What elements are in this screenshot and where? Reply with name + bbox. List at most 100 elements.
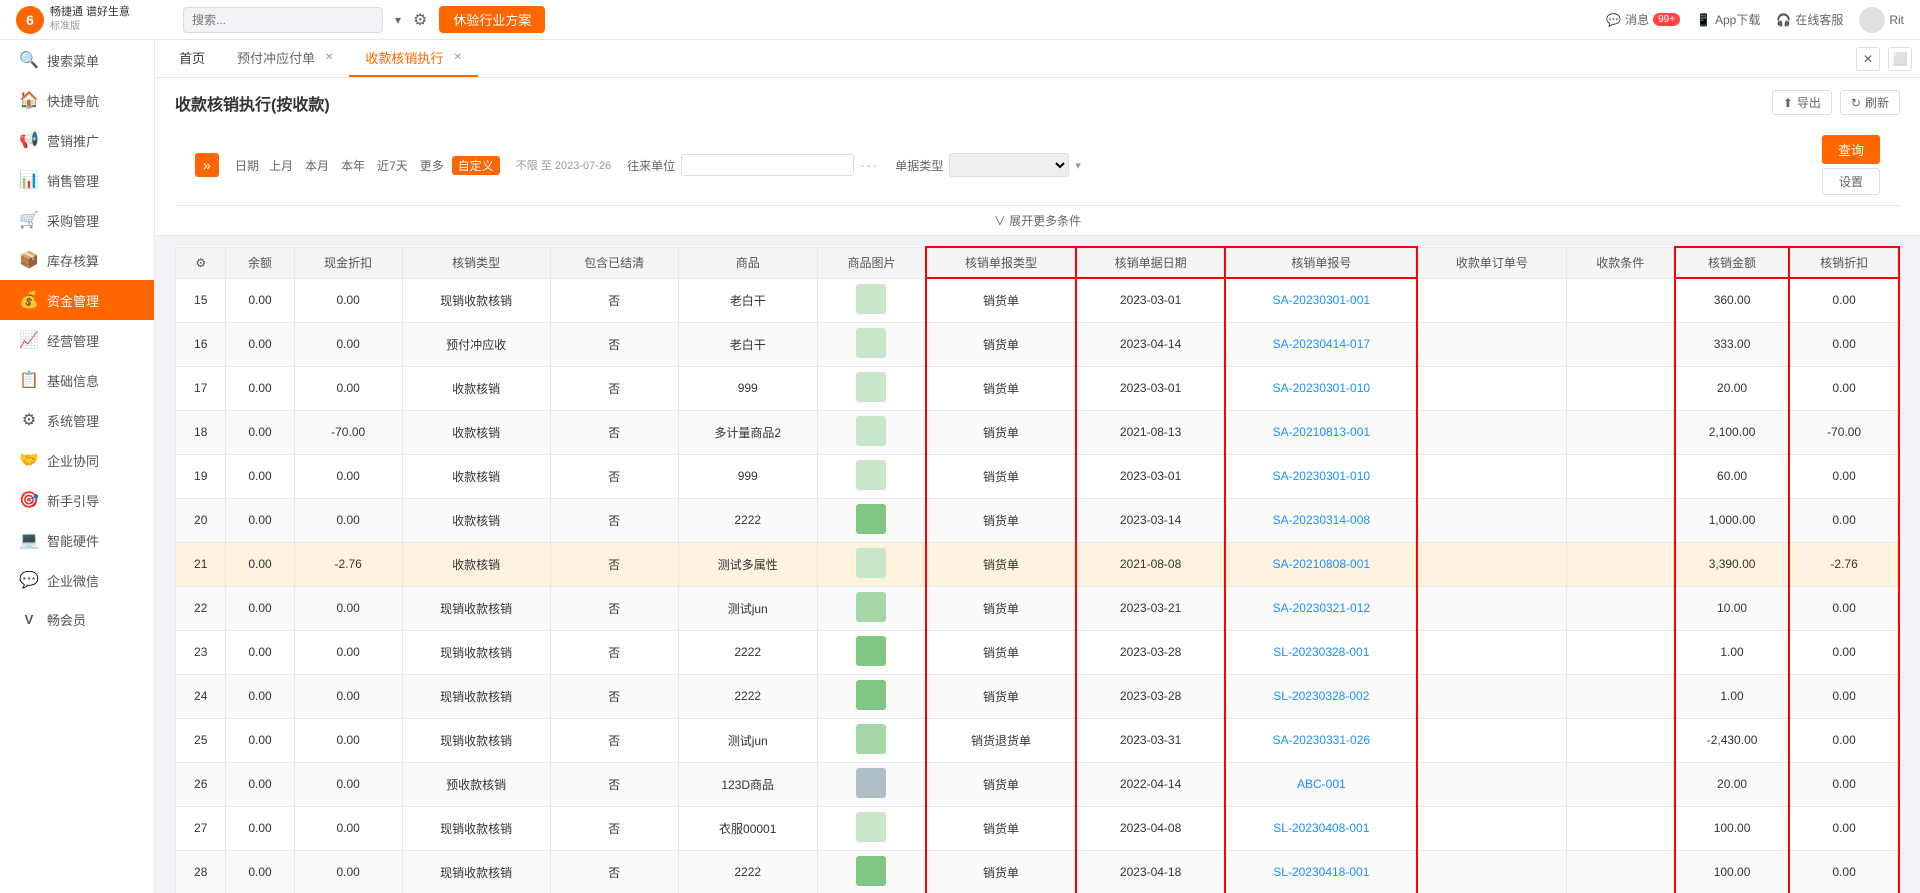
sidebar-item-finance[interactable]: 💰 资金管理 [0, 280, 154, 320]
cell-hxje: 1,000.00 [1675, 498, 1789, 542]
export-button[interactable]: ⬆ 导出 [1772, 90, 1832, 115]
msg-badge: 99+ [1653, 13, 1680, 26]
cell-sktj [1566, 850, 1675, 893]
expand-more-conditions[interactable]: ∨ 展开更多条件 [175, 206, 1900, 235]
cell-hxlx: 收款核销 [402, 410, 550, 454]
msg-label: 消息 [1625, 11, 1649, 28]
online-service-button[interactable]: 🎧 在线客服 [1776, 11, 1843, 28]
cell-yue: 0.00 [226, 278, 294, 322]
table-header-row: ⚙ 余额 现金折扣 核销类型 包含已结清 商品 商品图片 核销单报类型 核销单据… [176, 247, 1900, 278]
cell-hxdbtype: 销货单 [926, 762, 1076, 806]
sidebar-item-corp[interactable]: 🤝 企业协同 [0, 440, 154, 480]
cell-hxdbh[interactable]: SA-20230314-008 [1225, 498, 1417, 542]
cell-hxdbrq: 2023-03-28 [1076, 674, 1226, 718]
filter-expand-button[interactable]: » [195, 153, 219, 177]
cell-hxdbtype: 销货单 [926, 278, 1076, 322]
cell-yue: 0.00 [226, 718, 294, 762]
cell-hxdbh[interactable]: SL-20230328-001 [1225, 630, 1417, 674]
tab-maximize-btn[interactable]: ⬜ [1888, 47, 1912, 71]
cell-yue: 0.00 [226, 586, 294, 630]
preset-this-month[interactable]: 本月 [301, 156, 333, 175]
sidebar-item-guide[interactable]: 🎯 新手引导 [0, 480, 154, 520]
cell-hxdbh[interactable]: ABC-001 [1225, 762, 1417, 806]
cell-xjzk: 0.00 [294, 278, 402, 322]
messages-button[interactable]: 💬 消息 99+ [1606, 11, 1680, 28]
sidebar: 🔍 搜索菜单 🏠 快捷导航 📢 营销推广 📊 销售管理 🛒 采购管理 📦 库存核… [0, 40, 155, 893]
cell-sp: 测试jun [678, 718, 817, 762]
sidebar-item-purchase[interactable]: 🛒 采购管理 [0, 200, 154, 240]
cell-yue: 0.00 [226, 454, 294, 498]
sidebar-item-bizmanage[interactable]: 📈 经营管理 [0, 320, 154, 360]
table-row: 23 0.00 0.00 现销收款核销 否 2222 销货单 2023-03-2… [176, 630, 1900, 674]
sidebar-item-system[interactable]: ⚙ 系统管理 [0, 400, 154, 440]
preset-7days[interactable]: 近7天 [373, 156, 412, 175]
col-header-yue: 余额 [226, 247, 294, 278]
sidebar-item-member[interactable]: V 畅会员 [0, 600, 154, 639]
cell-sp: 测试多属性 [678, 542, 817, 586]
tab-receipt[interactable]: 收款核销执行 ✕ [349, 40, 477, 77]
cell-hxdbh[interactable]: SL-20230408-001 [1225, 806, 1417, 850]
tab-close-window-btn[interactable]: ✕ [1856, 47, 1880, 71]
cell-id: 23 [176, 630, 226, 674]
counterparty-input[interactable] [681, 154, 854, 176]
preset-this-year[interactable]: 本年 [337, 156, 369, 175]
filter-settings-button[interactable]: 设置 [1822, 168, 1880, 195]
preset-custom[interactable]: 自定义 [452, 156, 500, 175]
cell-skdddh [1417, 542, 1566, 586]
preset-last-month[interactable]: 上月 [265, 156, 297, 175]
cell-hxdbh[interactable]: SL-20230418-001 [1225, 850, 1417, 893]
sidebar-item-hardware[interactable]: 💻 智能硬件 [0, 520, 154, 560]
cell-hxdbh[interactable]: SA-20230301-010 [1225, 366, 1417, 410]
table-row: 16 0.00 0.00 预付冲应收 否 老白干 销货单 2023-04-14 … [176, 322, 1900, 366]
sidebar-item-inventory[interactable]: 📦 库存核算 [0, 240, 154, 280]
col-header-gear[interactable]: ⚙ [176, 247, 226, 278]
cell-id: 25 [176, 718, 226, 762]
user-avatar[interactable]: Rit [1859, 7, 1904, 33]
app-download-button[interactable]: 📱 App下载 [1696, 11, 1760, 28]
sidebar-item-wechat[interactable]: 💬 企业微信 [0, 560, 154, 600]
cell-hxdbh[interactable]: SL-20230328-002 [1225, 674, 1417, 718]
cell-sptp [817, 542, 926, 586]
cell-hxzk: 0.00 [1789, 586, 1899, 630]
cell-xjzk: -2.76 [294, 542, 402, 586]
cell-bhjq: 否 [550, 850, 678, 893]
sidebar-item-basic[interactable]: 📋 基础信息 [0, 360, 154, 400]
dropdown-arrow[interactable]: ▾ [395, 13, 401, 27]
query-button[interactable]: 查询 [1822, 135, 1880, 164]
tab-prepay[interactable]: 预付冲应付单 ✕ [221, 40, 349, 77]
counterparty-dots[interactable]: ··· [860, 158, 879, 173]
cell-xjzk: 0.00 [294, 806, 402, 850]
sidebar-item-search[interactable]: 🔍 搜索菜单 [0, 40, 154, 80]
cell-id: 26 [176, 762, 226, 806]
solution-button[interactable]: 休验行业方案 [439, 6, 545, 33]
cell-hxdbh[interactable]: SA-20210813-001 [1225, 410, 1417, 454]
sidebar-item-quicknav[interactable]: 🏠 快捷导航 [0, 80, 154, 120]
settings-gear-icon[interactable]: ⚙ [413, 10, 427, 30]
date-filter-group: 日期 上月 本月 本年 近7天 更多 自定义 [235, 156, 500, 175]
cell-hxdbh[interactable]: SA-20230414-017 [1225, 322, 1417, 366]
cell-sptp [817, 718, 926, 762]
cell-hxje: 3,390.00 [1675, 542, 1789, 586]
page-content: 收款核销执行(按收款) ⬆ 导出 ↻ 刷新 » [155, 78, 1920, 893]
cell-hxdbh[interactable]: SA-20210808-001 [1225, 542, 1417, 586]
cell-hxdbh[interactable]: SA-20230301-001 [1225, 278, 1417, 322]
cell-hxdbh[interactable]: SA-20230301-010 [1225, 454, 1417, 498]
sidebar-item-sales[interactable]: 📊 销售管理 [0, 160, 154, 200]
message-icon: 💬 [1606, 13, 1621, 27]
refresh-button[interactable]: ↻ 刷新 [1840, 90, 1900, 115]
top-search-input[interactable] [183, 7, 383, 33]
tab-prepay-close[interactable]: ✕ [325, 52, 333, 63]
preset-more[interactable]: 更多 [416, 156, 448, 175]
cell-hxje: 20.00 [1675, 762, 1789, 806]
tab-home[interactable]: 首页 [163, 40, 221, 77]
sidebar-item-marketing[interactable]: 📢 营销推广 [0, 120, 154, 160]
cell-sp: 2222 [678, 850, 817, 893]
tab-receipt-close[interactable]: ✕ [453, 52, 461, 63]
bill-type-select[interactable] [949, 153, 1069, 177]
cell-hxzk: 0.00 [1789, 718, 1899, 762]
cell-hxdbh[interactable]: SA-20230331-026 [1225, 718, 1417, 762]
sidebar-label-hardware: 智能硬件 [47, 531, 99, 550]
table-area[interactable]: ⚙ 余额 现金折扣 核销类型 包含已结清 商品 商品图片 核销单报类型 核销单据… [155, 236, 1920, 893]
cell-hxdbh[interactable]: SA-20230321-012 [1225, 586, 1417, 630]
table-row: 18 0.00 -70.00 收款核销 否 多计量商品2 销货单 2021-08… [176, 410, 1900, 454]
